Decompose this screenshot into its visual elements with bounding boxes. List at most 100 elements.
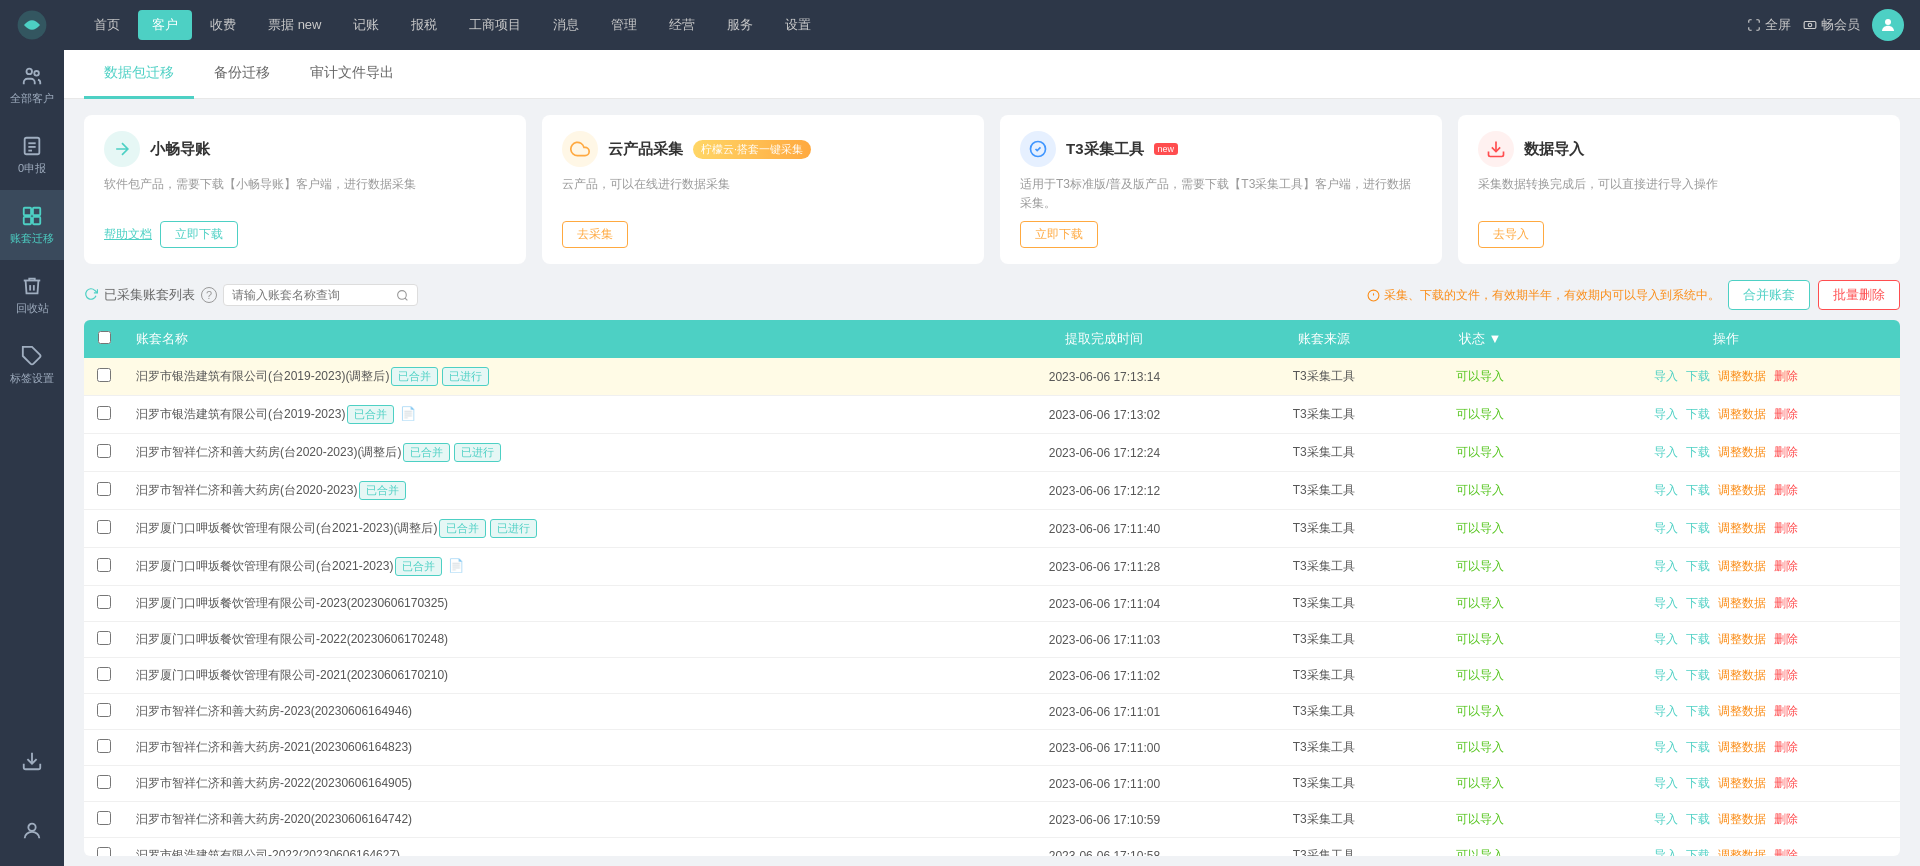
help-doc-link[interactable]: 帮助文档 [104, 226, 152, 243]
action-下载[interactable]: 下载 [1686, 704, 1710, 718]
sidebar-item-zero-report[interactable]: 0申报 [0, 120, 64, 190]
action-调整数据[interactable]: 调整数据 [1718, 559, 1766, 573]
row-checkbox[interactable] [97, 847, 111, 856]
nav-bookkeeping[interactable]: 记账 [339, 10, 393, 40]
action-下载[interactable]: 下载 [1686, 483, 1710, 497]
action-删除[interactable]: 删除 [1774, 776, 1798, 790]
row-checkbox[interactable] [97, 703, 111, 717]
action-下载[interactable]: 下载 [1686, 848, 1710, 856]
sidebar-item-all-clients[interactable]: 全部客户 [0, 50, 64, 120]
action-下载[interactable]: 下载 [1686, 369, 1710, 383]
action-导入[interactable]: 导入 [1654, 407, 1678, 421]
sidebar-item-account-migrate[interactable]: 账套迁移 [0, 190, 64, 260]
row-checkbox[interactable] [97, 406, 111, 420]
action-调整数据[interactable]: 调整数据 [1718, 369, 1766, 383]
sidebar-download[interactable] [0, 726, 64, 796]
action-调整数据[interactable]: 调整数据 [1718, 776, 1766, 790]
row-checkbox[interactable] [97, 739, 111, 753]
action-调整数据[interactable]: 调整数据 [1718, 812, 1766, 826]
row-checkbox[interactable] [97, 558, 111, 572]
action-删除[interactable]: 删除 [1774, 521, 1798, 535]
action-调整数据[interactable]: 调整数据 [1718, 596, 1766, 610]
action-导入[interactable]: 导入 [1654, 559, 1678, 573]
row-checkbox[interactable] [97, 482, 111, 496]
action-导入[interactable]: 导入 [1654, 776, 1678, 790]
nav-settings[interactable]: 设置 [771, 10, 825, 40]
t3-download-btn[interactable]: 立即下载 [1020, 221, 1098, 248]
action-导入[interactable]: 导入 [1654, 521, 1678, 535]
action-下载[interactable]: 下载 [1686, 776, 1710, 790]
row-checkbox[interactable] [97, 520, 111, 534]
action-删除[interactable]: 删除 [1774, 848, 1798, 856]
col-status[interactable]: 状态 ▼ [1409, 320, 1552, 358]
action-删除[interactable]: 删除 [1774, 369, 1798, 383]
fullscreen-btn[interactable]: 全屏 [1747, 16, 1791, 34]
action-下载[interactable]: 下载 [1686, 559, 1710, 573]
sidebar-item-recycle[interactable]: 回收站 [0, 260, 64, 330]
nav-invoice[interactable]: 票据 new [254, 10, 335, 40]
action-导入[interactable]: 导入 [1654, 848, 1678, 856]
action-下载[interactable]: 下载 [1686, 596, 1710, 610]
action-删除[interactable]: 删除 [1774, 596, 1798, 610]
action-导入[interactable]: 导入 [1654, 740, 1678, 754]
tab-data-migration[interactable]: 数据包迁移 [84, 50, 194, 99]
action-调整数据[interactable]: 调整数据 [1718, 483, 1766, 497]
action-删除[interactable]: 删除 [1774, 740, 1798, 754]
nav-clients[interactable]: 客户 [138, 10, 192, 40]
action-导入[interactable]: 导入 [1654, 632, 1678, 646]
action-调整数据[interactable]: 调整数据 [1718, 445, 1766, 459]
user-avatar[interactable] [1872, 9, 1904, 41]
nav-messages[interactable]: 消息 [539, 10, 593, 40]
action-删除[interactable]: 删除 [1774, 812, 1798, 826]
sidebar-item-tag-settings[interactable]: 标签设置 [0, 330, 64, 400]
action-删除[interactable]: 删除 [1774, 559, 1798, 573]
action-调整数据[interactable]: 调整数据 [1718, 407, 1766, 421]
action-下载[interactable]: 下载 [1686, 445, 1710, 459]
action-下载[interactable]: 下载 [1686, 812, 1710, 826]
row-checkbox[interactable] [97, 775, 111, 789]
action-调整数据[interactable]: 调整数据 [1718, 521, 1766, 535]
row-checkbox[interactable] [97, 631, 111, 645]
action-下载[interactable]: 下载 [1686, 521, 1710, 535]
action-删除[interactable]: 删除 [1774, 668, 1798, 682]
action-调整数据[interactable]: 调整数据 [1718, 632, 1766, 646]
action-导入[interactable]: 导入 [1654, 369, 1678, 383]
tab-backup-migration[interactable]: 备份迁移 [194, 50, 290, 99]
action-下载[interactable]: 下载 [1686, 632, 1710, 646]
refresh-icon[interactable] [84, 287, 98, 304]
dataimport-btn[interactable]: 去导入 [1478, 221, 1544, 248]
nav-billing[interactable]: 收费 [196, 10, 250, 40]
nav-business[interactable]: 工商项目 [455, 10, 535, 40]
sidebar-user-settings[interactable] [0, 796, 64, 866]
nav-services[interactable]: 服务 [713, 10, 767, 40]
nav-tax[interactable]: 报税 [397, 10, 451, 40]
action-调整数据[interactable]: 调整数据 [1718, 704, 1766, 718]
action-导入[interactable]: 导入 [1654, 596, 1678, 610]
row-checkbox[interactable] [97, 368, 111, 382]
vip-btn[interactable]: 畅会员 [1803, 16, 1860, 34]
action-调整数据[interactable]: 调整数据 [1718, 848, 1766, 856]
nav-operations[interactable]: 经营 [655, 10, 709, 40]
nav-management[interactable]: 管理 [597, 10, 651, 40]
row-checkbox[interactable] [97, 667, 111, 681]
nav-home[interactable]: 首页 [80, 10, 134, 40]
select-all-checkbox[interactable] [98, 331, 111, 344]
help-icon[interactable]: ? [201, 287, 217, 303]
action-下载[interactable]: 下载 [1686, 407, 1710, 421]
app-logo[interactable] [0, 0, 64, 50]
xiaochang-download-btn[interactable]: 立即下载 [160, 221, 238, 248]
row-checkbox[interactable] [97, 811, 111, 825]
merge-accounts-btn[interactable]: 合并账套 [1728, 280, 1810, 310]
search-input[interactable] [232, 288, 392, 302]
action-导入[interactable]: 导入 [1654, 812, 1678, 826]
cloud-collect-btn[interactable]: 去采集 [562, 221, 628, 248]
action-导入[interactable]: 导入 [1654, 704, 1678, 718]
batch-delete-btn[interactable]: 批量删除 [1818, 280, 1900, 310]
action-删除[interactable]: 删除 [1774, 407, 1798, 421]
action-删除[interactable]: 删除 [1774, 632, 1798, 646]
action-删除[interactable]: 删除 [1774, 483, 1798, 497]
action-下载[interactable]: 下载 [1686, 668, 1710, 682]
tab-audit-export[interactable]: 审计文件导出 [290, 50, 414, 99]
action-导入[interactable]: 导入 [1654, 483, 1678, 497]
action-导入[interactable]: 导入 [1654, 445, 1678, 459]
